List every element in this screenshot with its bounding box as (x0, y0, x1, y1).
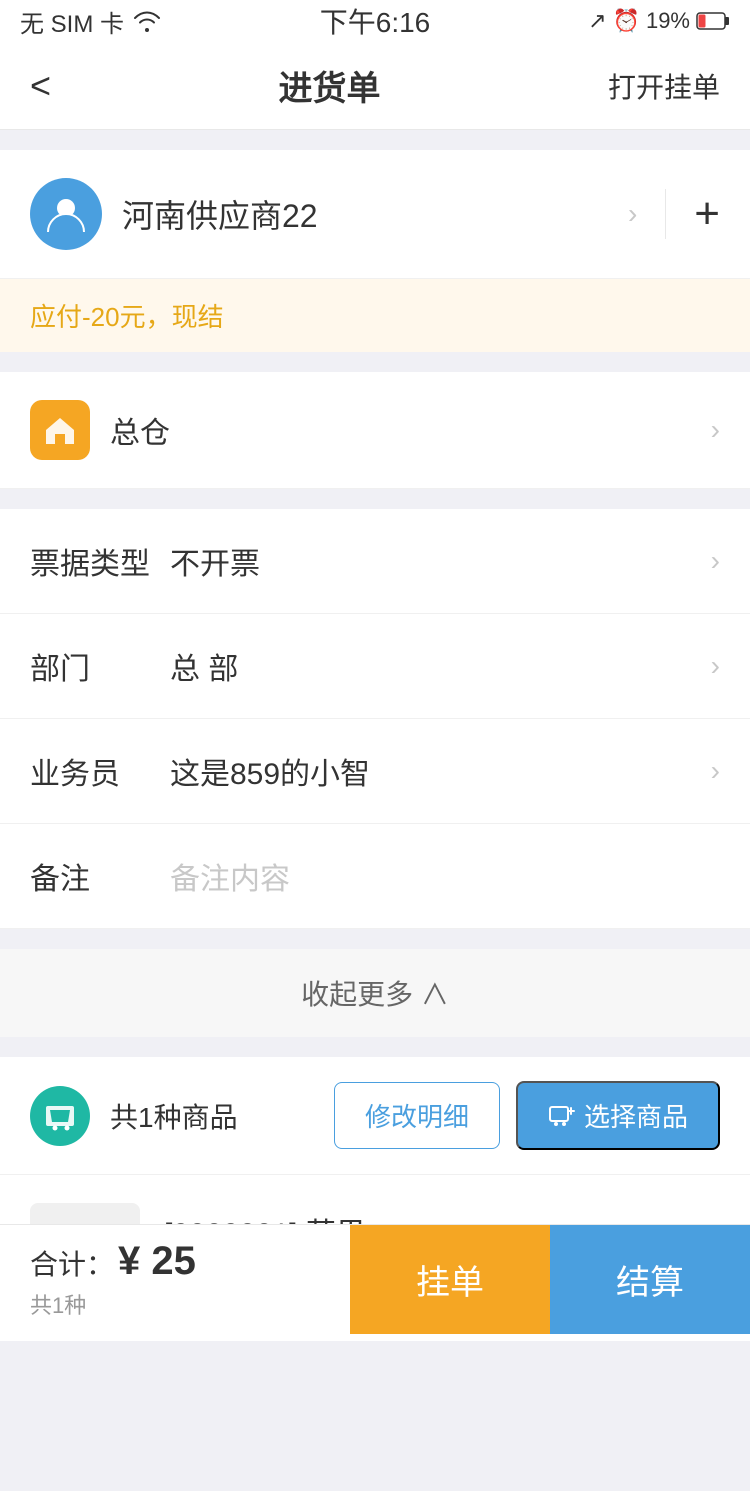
salesperson-chevron-icon: › (711, 755, 720, 787)
select-cart-icon (548, 1105, 576, 1127)
wifi-icon (132, 10, 162, 32)
remark-row[interactable]: 备注 备注内容 (0, 824, 750, 929)
salesperson-value: 这是859的小智 (170, 749, 711, 793)
cart-icon (42, 1098, 78, 1134)
department-chevron-icon: › (711, 650, 720, 682)
invoice-type-label: 票据类型 (30, 539, 170, 583)
warehouse-name: 总仓 (110, 408, 711, 452)
supplier-row[interactable]: 河南供应商22 › + (0, 150, 750, 279)
carrier-text: 无 SIM 卡 (20, 4, 124, 39)
products-count: 共1种商品 (110, 1096, 334, 1136)
nav-bar: < 进货单 打开挂单 (0, 42, 750, 130)
modify-detail-button[interactable]: 修改明细 (334, 1082, 500, 1149)
salesperson-label: 业务员 (30, 749, 170, 793)
back-button[interactable]: < (30, 65, 51, 107)
warehouse-section: 总仓 › (0, 372, 750, 489)
invoice-type-value: 不开票 (170, 539, 711, 583)
select-product-label: 选择商品 (584, 1097, 688, 1134)
total-count: 共1种 (30, 1288, 320, 1320)
invoice-type-row[interactable]: 票据类型 不开票 › (0, 509, 750, 614)
info-banner: 应付-20元，现结 (0, 279, 750, 352)
bottom-spacer (0, 1361, 750, 1491)
remark-label: 备注 (30, 854, 170, 898)
warehouse-row[interactable]: 总仓 › (0, 372, 750, 489)
status-bar-time: 下午6:16 (320, 1, 431, 41)
select-product-button[interactable]: 选择商品 (516, 1081, 720, 1150)
vertical-divider (665, 189, 666, 239)
user-icon (44, 192, 88, 236)
checkout-button-label: 结算 (616, 1255, 684, 1304)
warehouse-chevron-icon: › (711, 414, 720, 446)
supplier-chevron-icon: › (628, 198, 637, 230)
total-amount: ¥ 25 (118, 1239, 196, 1284)
salesperson-row[interactable]: 业务员 这是859的小智 › (0, 719, 750, 824)
house-icon (42, 412, 78, 448)
battery-icon (696, 12, 730, 30)
remark-placeholder: 备注内容 (170, 854, 720, 898)
alarm-icon: ⏰ (613, 8, 640, 34)
supplier-name: 河南供应商22 (122, 191, 628, 237)
status-bar-left: 无 SIM 卡 (20, 4, 162, 39)
products-header: 共1种商品 修改明细 选择商品 (0, 1057, 750, 1175)
gap-top (0, 130, 750, 150)
products-icon (30, 1086, 90, 1146)
department-row[interactable]: 部门 总 部 › (0, 614, 750, 719)
checkout-button[interactable]: 结算 (550, 1225, 750, 1334)
add-supplier-button[interactable]: + (694, 189, 720, 239)
collapse-label: 收起更多 ∧ (301, 979, 449, 1010)
open-pending-button[interactable]: 打开挂单 (608, 66, 720, 106)
total-section: 合计： ¥ 25 共1种 (0, 1225, 350, 1334)
status-bar: 无 SIM 卡 下午6:16 ↗ ⏰ 19% (0, 0, 750, 42)
total-label: 合计： (30, 1243, 114, 1283)
department-label: 部门 (30, 644, 170, 688)
invoice-chevron-icon: › (711, 545, 720, 577)
battery-text: 19% (646, 8, 690, 34)
supplier-avatar (30, 178, 102, 250)
department-value: 总 部 (170, 644, 711, 688)
pending-button[interactable]: 挂单 (350, 1225, 550, 1334)
location-icon: ↗ (588, 8, 606, 34)
status-bar-right: ↗ ⏰ 19% (588, 8, 730, 34)
collapse-row[interactable]: 收起更多 ∧ (0, 949, 750, 1037)
page-title: 进货单 (279, 61, 381, 110)
bottom-bar: 合计： ¥ 25 共1种 挂单 结算 (0, 1224, 750, 1334)
form-section: 票据类型 不开票 › 部门 总 部 › 业务员 这是859的小智 › 备注 备注… (0, 509, 750, 929)
info-banner-text: 应付-20元，现结 (30, 302, 224, 332)
pending-button-label: 挂单 (416, 1255, 484, 1304)
supplier-section: 河南供应商22 › + 应付-20元，现结 (0, 150, 750, 352)
warehouse-icon (30, 400, 90, 460)
